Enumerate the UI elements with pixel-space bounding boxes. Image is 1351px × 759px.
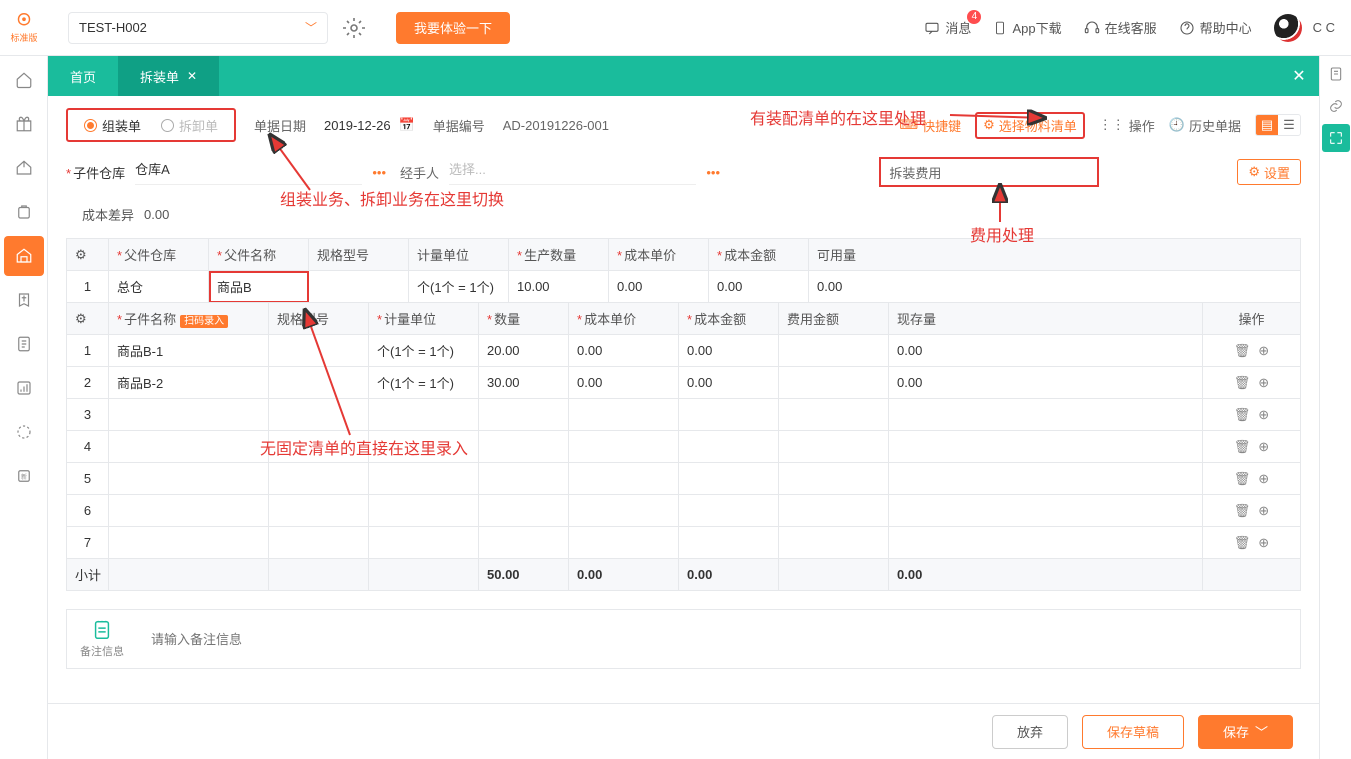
table-row[interactable]: 1 总仓 商品B 个(1个 = 1个) 10.00 0.00 0.00 0.00 — [67, 271, 1301, 303]
tab-current[interactable]: 拆装单 ✕ — [118, 56, 219, 96]
gear-icon[interactable]: ⚙ — [67, 303, 109, 335]
close-all-tabs[interactable]: ✕ — [1279, 56, 1319, 96]
cost-diff-value: 0.00 — [144, 207, 169, 222]
child-wh-select[interactable]: 仓库A — [135, 159, 362, 185]
messages-badge: 4 — [967, 10, 981, 24]
table-row[interactable]: 2商品B-2个(1个 = 1个)30.000.000.000.00🗑⊕ — [67, 367, 1301, 399]
nav-gift[interactable] — [4, 104, 44, 144]
user-menu[interactable]: C C — [1274, 14, 1335, 42]
customer-service-button[interactable]: 在线客服 — [1084, 18, 1157, 37]
nav-sync[interactable] — [4, 412, 44, 452]
tab-home[interactable]: 首页 — [48, 56, 118, 96]
chevron-down-icon: ﹀ — [305, 19, 317, 36]
subtotal-row: 小计50.000.000.000.00 — [67, 559, 1301, 591]
settings-button[interactable]: ⚙ 设置 — [1237, 159, 1301, 185]
view-toggle: ▤ ☰ — [1255, 114, 1301, 136]
add-row-icon[interactable]: ⊕ — [1258, 343, 1269, 358]
table-row[interactable]: 1商品B-1个(1个 = 1个)20.000.000.000.00🗑⊕ — [67, 335, 1301, 367]
messages-button[interactable]: 消息 4 — [924, 18, 971, 37]
nav-report2[interactable] — [4, 368, 44, 408]
doc-date-label: 单据日期 — [254, 116, 306, 135]
doc-no-value: AD-20191226-001 — [503, 118, 609, 133]
table-row[interactable]: 7🗑⊕ — [67, 527, 1301, 559]
help-center-button[interactable]: 帮助中心 — [1179, 18, 1252, 37]
delete-icon[interactable]: 🗑 — [1234, 471, 1251, 486]
shortcut-link[interactable]: ⌨ 快捷键 — [899, 116, 961, 135]
add-row-icon[interactable]: ⊕ — [1258, 439, 1269, 454]
delete-icon[interactable]: 🗑 — [1234, 343, 1251, 358]
add-row-icon[interactable]: ⊕ — [1258, 503, 1269, 518]
org-name: TEST-H002 — [79, 20, 147, 35]
radio-assemble[interactable]: 组装单 — [84, 116, 141, 135]
right-expand-icon[interactable] — [1322, 124, 1350, 152]
parent-name-cell[interactable]: 商品B — [209, 271, 309, 303]
delete-icon[interactable]: 🗑 — [1234, 407, 1251, 422]
delete-icon[interactable]: 🗑 — [1234, 535, 1251, 550]
view-grid[interactable]: ▤ — [1256, 115, 1278, 135]
add-row-icon[interactable]: ⊕ — [1258, 535, 1269, 550]
remark-input[interactable] — [137, 632, 1300, 647]
help-icon — [1179, 20, 1195, 36]
calendar-icon: 📅 — [399, 117, 415, 133]
chevron-down-icon: ﹀ — [1255, 722, 1268, 741]
right-notes-icon[interactable] — [1322, 60, 1350, 88]
nav-purchase[interactable] — [4, 148, 44, 188]
discard-button[interactable]: 放弃 — [992, 715, 1068, 749]
nav-finance[interactable] — [4, 280, 44, 320]
note-icon — [91, 619, 113, 641]
right-link-icon[interactable] — [1322, 92, 1350, 120]
org-settings-button[interactable] — [342, 16, 366, 40]
view-list[interactable]: ☰ — [1278, 115, 1300, 135]
app-download-button[interactable]: App下载 — [993, 18, 1061, 37]
save-draft-button[interactable]: 保存草稿 — [1082, 715, 1184, 749]
logo[interactable]: 标准版 — [0, 0, 48, 56]
org-selector[interactable]: TEST-H002 ﹀ — [68, 12, 328, 44]
operations-menu[interactable]: ⋮⋮ 操作 — [1099, 116, 1155, 135]
edition-label: 标准版 — [10, 31, 37, 44]
table-row[interactable]: 5🗑⊕ — [67, 463, 1301, 495]
table-row[interactable]: 4🗑⊕ — [67, 431, 1301, 463]
headset-icon — [1084, 20, 1100, 36]
table-row[interactable]: 6🗑⊕ — [67, 495, 1301, 527]
parent-table: ⚙ *父件仓库 *父件名称 规格型号 计量单位 *生产数量 *成本单价 *成本金… — [66, 238, 1301, 303]
child-table: ⚙ *子件名称扫码录入 规格型号 *计量单位 *数量 *成本单价 *成本金额 费… — [66, 302, 1301, 591]
doc-no-label: 单据编号 — [433, 116, 485, 135]
delete-icon[interactable]: 🗑 — [1234, 503, 1251, 518]
child-wh-label: *子件仓库 — [66, 163, 125, 182]
add-row-icon[interactable]: ⊕ — [1258, 471, 1269, 486]
nav-sales[interactable] — [4, 192, 44, 232]
svg-text:新: 新 — [21, 473, 27, 481]
more-icon[interactable]: ••• — [372, 165, 386, 180]
fee-input[interactable]: 拆装费用 — [879, 157, 1099, 187]
nav-report1[interactable] — [4, 324, 44, 364]
nav-home[interactable] — [4, 60, 44, 100]
handler-label: 经手人 — [400, 163, 439, 182]
history-link[interactable]: 🕘 历史单据 — [1169, 116, 1241, 135]
handler-select[interactable]: 选择... — [449, 159, 696, 185]
delete-icon[interactable]: 🗑 — [1234, 375, 1251, 390]
select-bom-button[interactable]: ⚙ 选择物料清单 — [975, 112, 1085, 139]
doc-date-picker[interactable]: 2019-12-26 📅 — [324, 117, 415, 133]
nav-warehouse[interactable] — [4, 236, 44, 276]
close-icon[interactable]: ✕ — [187, 69, 197, 83]
table-row[interactable]: 3🗑⊕ — [67, 399, 1301, 431]
avatar — [1274, 14, 1302, 42]
more-icon[interactable]: ••• — [706, 165, 720, 180]
remark-box: 备注信息 — [66, 609, 1301, 669]
gear-icon — [342, 16, 366, 40]
cost-diff-label: 成本差异 — [82, 205, 134, 224]
add-row-icon[interactable]: ⊕ — [1258, 375, 1269, 390]
trial-button[interactable]: 我要体验一下 — [396, 12, 510, 44]
gear-icon[interactable]: ⚙ — [67, 239, 109, 271]
phone-icon — [993, 20, 1007, 36]
chat-icon — [924, 20, 940, 36]
delete-icon[interactable]: 🗑 — [1234, 439, 1251, 454]
doc-type-radio-group: 组装单 拆卸单 — [66, 108, 236, 142]
scan-tag[interactable]: 扫码录入 — [180, 315, 228, 328]
add-row-icon[interactable]: ⊕ — [1258, 407, 1269, 422]
nav-new[interactable]: 新 — [4, 456, 44, 496]
radio-disassemble[interactable]: 拆卸单 — [161, 116, 218, 135]
save-button[interactable]: 保存 ﹀ — [1198, 715, 1293, 749]
